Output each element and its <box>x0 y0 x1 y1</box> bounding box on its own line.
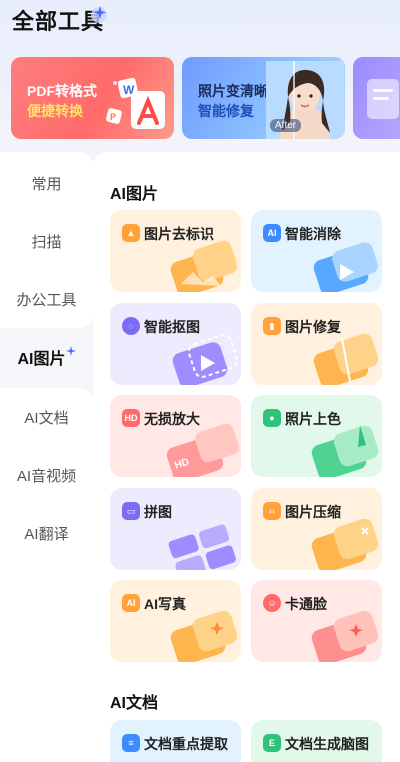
mindmap-icon: E <box>263 734 281 752</box>
ai-eraser-icon: AI <box>263 224 281 242</box>
sidebar-item-ai-translate[interactable]: AI翻译 <box>0 504 93 562</box>
tool-label: 文档生成脑图 <box>285 736 369 752</box>
sidebar-item-label: 扫描 <box>31 233 62 251</box>
sidebar-item-ai-doc[interactable]: AI文档 <box>0 388 93 446</box>
erase-deco-icon <box>313 242 378 292</box>
portrait-icon: AI <box>122 594 140 612</box>
section-title-ai-doc: AI文档 <box>110 695 159 712</box>
tool-card-image-compress[interactable]: ‹› 图片压缩 <box>251 488 382 570</box>
repair-deco-icon <box>313 333 379 385</box>
tool-card-image-repair[interactable]: ▮ 图片修复 <box>251 303 382 385</box>
upscale-deco-icon: HD <box>166 423 239 477</box>
banner-subtitle: 智能修复 <box>198 103 254 119</box>
hd-icon: HD <box>122 409 140 427</box>
sparkle-icon <box>91 6 107 23</box>
sidebar-item-ai-av[interactable]: AI音视频 <box>0 446 93 504</box>
image-deco-icon <box>170 240 238 292</box>
sidebar-item-office-tools[interactable]: 办公工具 <box>0 270 93 328</box>
cutout-deco-icon <box>172 334 239 385</box>
sidebar-item-label: AI文档 <box>24 409 69 427</box>
sidebar-item-label: AI音视频 <box>16 467 77 485</box>
tool-card-smart-cutout[interactable]: ◌ 智能抠图 <box>110 303 241 385</box>
tool-card-collage[interactable]: ▭ 拼图 <box>110 488 241 570</box>
sparkle-icon <box>65 346 76 356</box>
sidebar-item-label: 办公工具 <box>16 291 77 309</box>
tool-card-doc-mindmap[interactable]: E 文档生成脑图 <box>251 720 382 762</box>
tool-card-smart-erase[interactable]: AI 智能消除 <box>251 210 382 292</box>
palette-icon: ● <box>263 409 281 427</box>
tool-label: 文档重点提取 <box>144 736 228 752</box>
sidebar-item-label: 常用 <box>31 175 62 193</box>
cutout-icon: ◌ <box>122 317 140 335</box>
tool-card-lossless-upscale[interactable]: HD 无损放大 HD <box>110 395 241 477</box>
banner-title: 照片变清晰 <box>198 83 268 99</box>
after-tag: After <box>270 119 302 132</box>
doc-extract-icon: ≡ <box>122 734 140 752</box>
banner-more[interactable] <box>353 57 400 139</box>
banner-title: PDF转格式 <box>27 83 97 99</box>
sidebar-item-label: AI图片 <box>17 351 66 368</box>
tool-card-cartoon-face[interactable]: ☺ 卡通脸 <box>251 580 382 662</box>
banner-pdf-convert[interactable]: PDF转格式 便捷转换 W P <box>11 57 174 139</box>
banner-subtitle: 便捷转换 <box>27 103 83 119</box>
category-sidebar: 常用 扫描 办公工具 AI图片 AI文档 AI音视频 AI翻译 <box>0 152 93 762</box>
document-icon <box>367 79 399 119</box>
sidebar-item-ai-image[interactable]: AI图片 <box>0 328 93 386</box>
banner-photo-enhance[interactable]: 照片变清晰 智能修复 After <box>182 57 345 139</box>
cartoon-deco-icon <box>311 610 379 662</box>
compress-deco-icon <box>311 518 379 570</box>
compress-icon: ‹› <box>263 502 281 520</box>
tool-card-photo-colorize[interactable]: ● 照片上色 <box>251 395 382 477</box>
svg-text:P: P <box>110 112 116 122</box>
section-title-ai-image: AI图片 <box>110 186 159 203</box>
sidebar-item-label: AI翻译 <box>24 525 69 543</box>
tool-content-panel: AI图片 ▲ 图片去标识 AI 智能消除 ◌ 智能抠图 ▮ 图片修复 HD 无损… <box>93 152 400 762</box>
sidebar-item-common[interactable]: 常用 <box>0 154 93 212</box>
collage-icon: ▭ <box>122 502 140 520</box>
image-icon: ▲ <box>122 224 140 242</box>
portrait-deco-icon <box>170 610 238 662</box>
colorize-deco-icon <box>311 425 379 477</box>
collage-deco-icon <box>168 524 236 570</box>
pdf-convert-icon: W P <box>106 77 165 129</box>
cartoon-face-icon: ☺ <box>263 594 281 612</box>
tool-card-doc-extract[interactable]: ≡ 文档重点提取 <box>110 720 241 762</box>
sidebar-item-scan[interactable]: 扫描 <box>0 212 93 270</box>
tool-card-remove-watermark[interactable]: ▲ 图片去标识 <box>110 210 241 292</box>
tool-card-ai-portrait[interactable]: AI AI写真 <box>110 580 241 662</box>
repair-icon: ▮ <box>263 317 281 335</box>
